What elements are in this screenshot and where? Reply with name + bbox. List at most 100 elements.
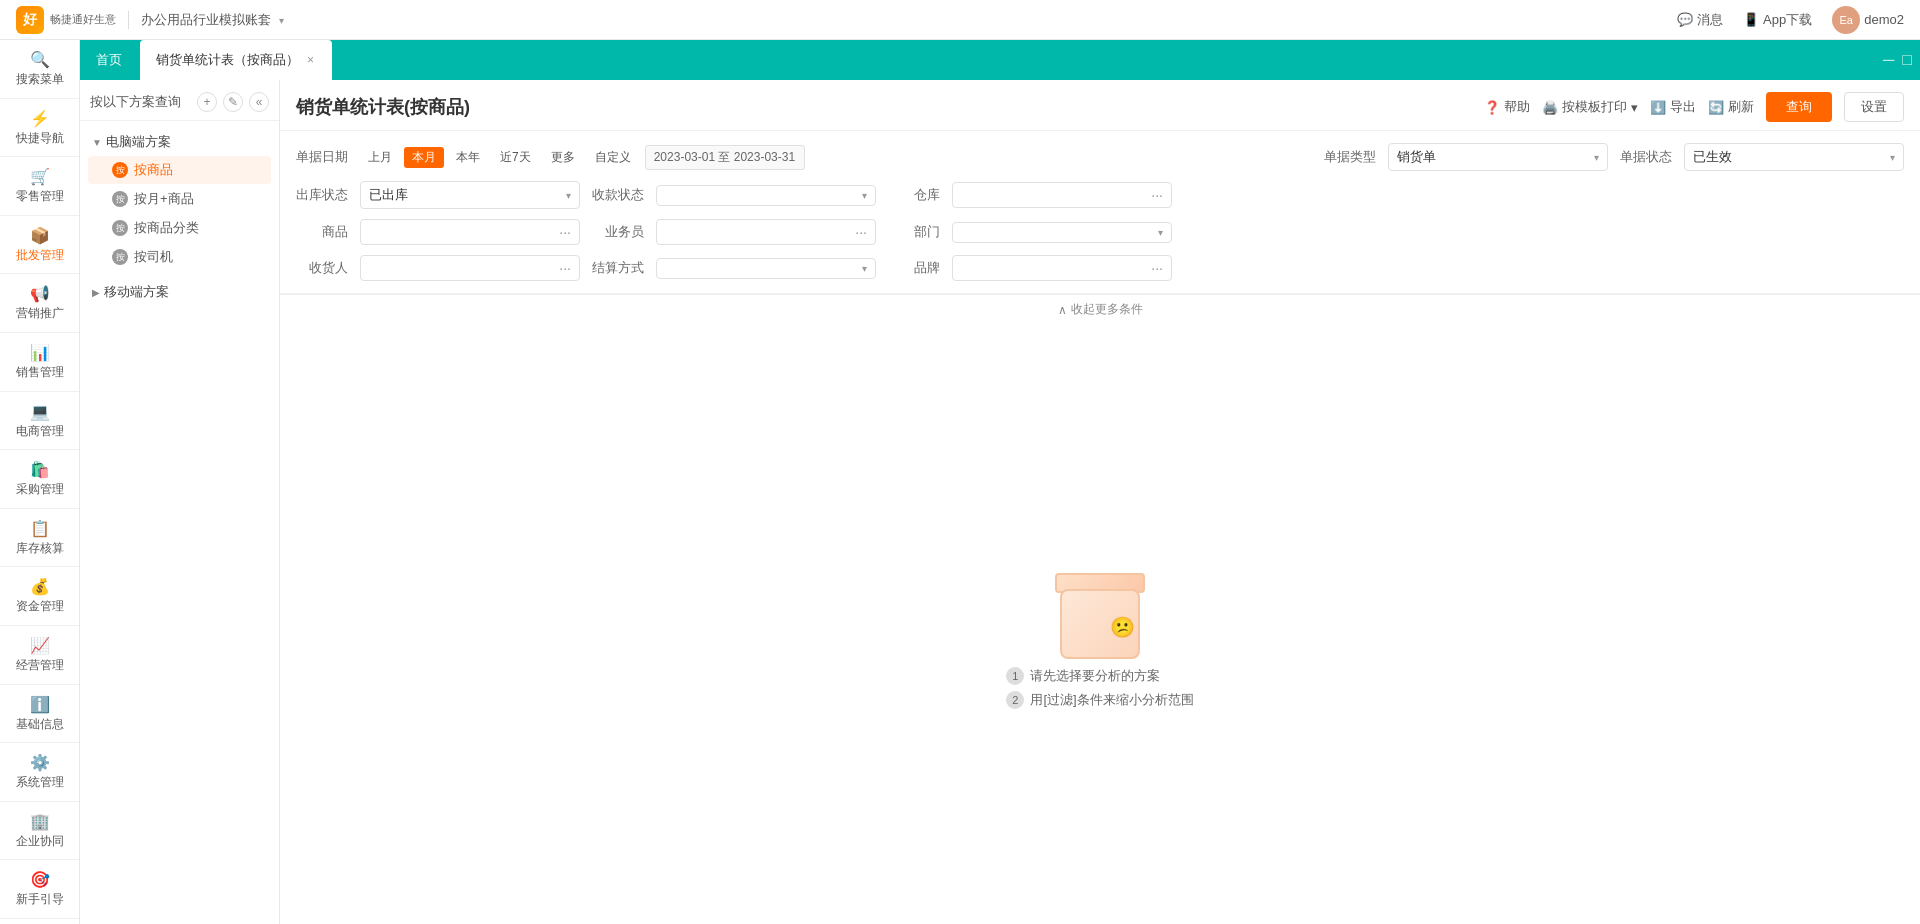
sidebar-item-purchase[interactable]: 🛍️ 采购管理: [0, 450, 79, 509]
tree-child-label-product: 按商品: [134, 161, 173, 179]
date-tabs: 上月 本月 本年 近7天 更多 自定义: [360, 147, 639, 168]
filter-row-4: 收货人 ··· 结算方式 ▾ 品牌 ···: [296, 255, 1904, 281]
date-tab-more[interactable]: 更多: [543, 147, 583, 168]
settlement-select[interactable]: ▾: [656, 258, 876, 279]
tab-maximize-button[interactable]: □: [1902, 51, 1912, 69]
tab-active[interactable]: 销货单统计表（按商品） ×: [140, 40, 332, 80]
app-subtitle[interactable]: 办公用品行业模拟账套 ▾: [128, 11, 284, 29]
help-button[interactable]: ❓ 帮助: [1484, 98, 1530, 116]
date-range-input[interactable]: 2023-03-01 至 2023-03-31: [645, 145, 805, 170]
doc-type-arrow: ▾: [1594, 152, 1599, 163]
brand-input[interactable]: ···: [952, 255, 1172, 281]
sidebar-label-finance: 资金管理: [16, 599, 64, 615]
sidebar-item-operations[interactable]: 📈 经营管理: [0, 626, 79, 685]
sidebar-item-retail[interactable]: 🛒 零售管理: [0, 157, 79, 216]
date-tab-this-year[interactable]: 本年: [448, 147, 488, 168]
sidebar-item-enterprise[interactable]: 🏢 企业协同: [0, 802, 79, 861]
purchase-icon: 🛍️: [30, 460, 50, 479]
date-tab-custom[interactable]: 自定义: [587, 147, 639, 168]
tree-child-by-month-product[interactable]: 按 按月+商品: [88, 185, 271, 213]
sidebar-item-inventory[interactable]: 📋 库存核算: [0, 509, 79, 568]
refresh-button[interactable]: 🔄 刷新: [1708, 98, 1754, 116]
operations-icon: 📈: [30, 636, 50, 655]
goods-input[interactable]: ···: [360, 219, 580, 245]
consignee-input[interactable]: ···: [360, 255, 580, 281]
guide-icon: 🎯: [30, 870, 50, 889]
page-wrapper: 按以下方案查询 + ✎ «: [80, 80, 1920, 924]
receipt-status-select[interactable]: ▾: [656, 185, 876, 206]
sidebar-item-marketing[interactable]: 📢 营销推广: [0, 274, 79, 333]
query-button[interactable]: 查询: [1766, 92, 1832, 122]
sidebar-item-apps[interactable]: 📱 应用中心: [0, 919, 79, 924]
consignee-label: 收货人: [296, 259, 348, 277]
tree-parent-label-mobile: 移动端方案: [104, 283, 169, 301]
finance-icon: 💰: [30, 577, 50, 596]
tree-child-by-category[interactable]: 按 按商品分类: [88, 214, 271, 242]
date-tab-7days[interactable]: 近7天: [492, 147, 539, 168]
sidebar-item-sales[interactable]: 📊 销售管理: [0, 333, 79, 392]
tab-close-button[interactable]: ×: [305, 52, 316, 68]
collapse-panel-button[interactable]: «: [249, 92, 269, 112]
print-button[interactable]: 🖨️ 按模板打印 ▾: [1542, 98, 1638, 116]
sidebar-label-system: 系统管理: [16, 775, 64, 791]
department-select[interactable]: ▾: [952, 222, 1172, 243]
doc-type-select[interactable]: 销货单 ▾: [1388, 143, 1608, 171]
sidebar-item-ecommerce[interactable]: 💻 电商管理: [0, 392, 79, 451]
tree-parent-desktop[interactable]: ▼ 电脑端方案: [88, 129, 271, 155]
add-scheme-button[interactable]: +: [197, 92, 217, 112]
export-button[interactable]: ⬇️ 导出: [1650, 98, 1696, 116]
empty-hints: 1 请先选择要分析的方案 2 用[过滤]条件来缩小分析范围: [1006, 667, 1193, 709]
sales-icon: 📊: [30, 343, 50, 362]
export-icon: ⬇️: [1650, 100, 1666, 115]
user-profile[interactable]: Ea demo2: [1832, 6, 1904, 34]
home-tab-label: 首页: [96, 51, 122, 69]
tree-child-icon-category: 按: [112, 220, 128, 236]
message-button[interactable]: 💬 消息: [1677, 11, 1723, 29]
tree-child-icon-driver: 按: [112, 249, 128, 265]
settings-button[interactable]: 设置: [1844, 92, 1904, 122]
collapse-bar[interactable]: ∧ 收起更多条件: [280, 294, 1920, 324]
sidebar-label-shortcut: 快捷导航: [16, 131, 64, 147]
sidebar-label-basic: 基础信息: [16, 717, 64, 733]
date-label: 单据日期: [296, 148, 348, 166]
date-tab-last-month[interactable]: 上月: [360, 147, 400, 168]
warehouse-input[interactable]: ···: [952, 182, 1172, 208]
sidebar-item-wholesale[interactable]: 📦 批发管理: [0, 216, 79, 275]
tree-arrow-mobile: ▶: [92, 287, 100, 298]
tab-home[interactable]: 首页: [80, 40, 138, 80]
wholesale-icon: 📦: [30, 226, 50, 245]
tree-child-by-driver[interactable]: 按 按司机: [88, 243, 271, 271]
right-content: 销货单统计表(按商品) ❓ 帮助 🖨️ 按模板打印 ▾ ⬇️: [280, 80, 1920, 924]
tree-child-by-product[interactable]: 按 按商品: [88, 156, 271, 184]
sidebar: 🔍 搜索菜单 ⚡ 快捷导航 🛒 零售管理 📦 批发管理 📢 营销推广 📊 销售管…: [0, 40, 80, 924]
sidebar-label-purchase: 采购管理: [16, 482, 64, 498]
tree-child-icon-month: 按: [112, 191, 128, 207]
sidebar-item-system[interactable]: ⚙️ 系统管理: [0, 743, 79, 802]
app-download-button[interactable]: 📱 App下载: [1743, 11, 1812, 29]
brand-label: 品牌: [888, 259, 940, 277]
out-status-select[interactable]: 已出库 ▾: [360, 181, 580, 209]
sidebar-item-guide[interactable]: 🎯 新手引导: [0, 860, 79, 919]
sidebar-item-finance[interactable]: 💰 资金管理: [0, 567, 79, 626]
warehouse-dots: ···: [1151, 187, 1163, 203]
sidebar-label-ecommerce: 电商管理: [16, 424, 64, 440]
search-icon: 🔍: [30, 50, 50, 69]
settlement-arrow: ▾: [862, 263, 867, 274]
collapse-label: 收起更多条件: [1071, 301, 1143, 318]
sales-person-input[interactable]: ···: [656, 219, 876, 245]
sidebar-item-shortcut[interactable]: ⚡ 快捷导航: [0, 99, 79, 158]
tree-parent-mobile[interactable]: ▶ 移动端方案: [88, 279, 271, 305]
tab-minimize-button[interactable]: ─: [1883, 51, 1894, 69]
left-panel-title: 按以下方案查询: [90, 93, 181, 111]
doc-status-select[interactable]: 已生效 ▾: [1684, 143, 1904, 171]
empty-state: 😕 1 请先选择要分析的方案 2 用[过滤]条件来缩小分析范围: [280, 324, 1920, 924]
download-icon: 📱: [1743, 12, 1759, 27]
doc-type-label: 单据类型: [1324, 148, 1376, 166]
department-label: 部门: [888, 223, 940, 241]
tabs-bar: 首页 销货单统计表（按商品） × ─ □: [80, 40, 1920, 80]
sidebar-item-basic[interactable]: ℹ️ 基础信息: [0, 685, 79, 744]
date-tab-this-month[interactable]: 本月: [404, 147, 444, 168]
app-logo-icon: 好: [16, 6, 44, 34]
sidebar-item-search[interactable]: 🔍 搜索菜单: [0, 40, 79, 99]
edit-scheme-button[interactable]: ✎: [223, 92, 243, 112]
